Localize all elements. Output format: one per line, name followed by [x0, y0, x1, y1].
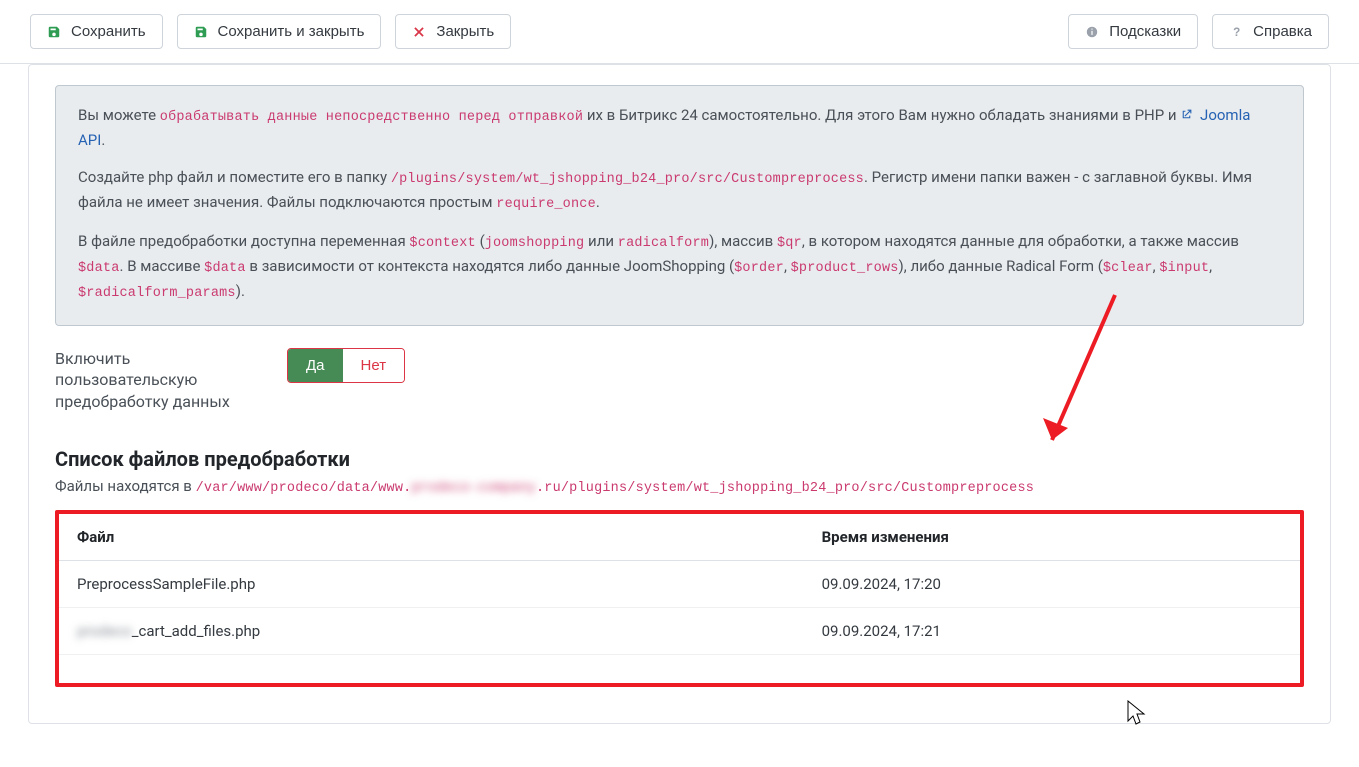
close-label: Закрыть: [436, 23, 494, 40]
hints-label: Подсказки: [1109, 23, 1181, 40]
svg-text:?: ?: [1233, 26, 1240, 39]
link-preprocess-docs[interactable]: обрабатывать данные непосредственно пере…: [160, 106, 583, 124]
cell-filename: prodeco_cart_add_files.php: [59, 607, 804, 654]
var-input: $input: [1159, 261, 1209, 276]
save-close-button[interactable]: Сохранить и закрыть: [177, 14, 382, 49]
toggle-label: Включить пользовательскую предобработку …: [55, 348, 265, 413]
external-link-icon: [1180, 106, 1200, 124]
table-row: prodeco_cart_add_files.php 09.09.2024, 1…: [59, 607, 1300, 654]
info-alert: Вы можете обрабатывать данные непосредст…: [55, 85, 1304, 326]
var-order: $order: [734, 261, 784, 276]
action-toolbar: Сохранить Сохранить и закрыть Закрыть По…: [0, 0, 1359, 64]
code-plugin-path: /plugins/system/wt_jshopping_b24_pro/src…: [391, 172, 864, 187]
col-mtime: Время изменения: [804, 514, 1300, 561]
help-icon: ?: [1229, 25, 1243, 39]
val-radicalform: radicalform: [618, 236, 709, 251]
var-data: $data: [78, 261, 120, 276]
help-label: Справка: [1253, 23, 1312, 40]
alert-text: Вы можете: [78, 106, 160, 124]
cell-mtime: 09.09.2024, 17:21: [804, 607, 1300, 654]
files-path-line: Файлы находятся в /var/www/prodeco/data/…: [55, 477, 1304, 496]
var-data: $data: [204, 261, 246, 276]
var-radicalform-params: $radicalform_params: [78, 286, 236, 301]
var-product-rows: $product_rows: [791, 261, 899, 276]
val-joomshopping: joomshopping: [485, 236, 585, 251]
var-clear: $clear: [1103, 261, 1153, 276]
save-icon: [194, 25, 208, 39]
toggle-custom-preprocess[interactable]: Да Нет: [287, 348, 405, 383]
toggle-no[interactable]: Нет: [343, 349, 405, 382]
info-icon: [1085, 25, 1099, 39]
section-title-files: Список файлов предобработки: [55, 447, 1304, 471]
table-row: PreprocessSampleFile.php 09.09.2024, 17:…: [59, 560, 1300, 607]
cell-mtime: 09.09.2024, 17:20: [804, 560, 1300, 607]
content-card: Вы можете обрабатывать данные непосредст…: [28, 64, 1331, 724]
save-button[interactable]: Сохранить: [30, 14, 163, 49]
col-file: Файл: [59, 514, 804, 561]
code-require-once: require_once: [496, 197, 596, 212]
close-button[interactable]: Закрыть: [395, 14, 511, 49]
save-close-label: Сохранить и закрыть: [218, 23, 365, 40]
hints-button[interactable]: Подсказки: [1068, 14, 1198, 49]
cell-filename: PreprocessSampleFile.php: [59, 560, 804, 607]
help-button[interactable]: ? Справка: [1212, 14, 1329, 49]
var-context: $context: [409, 236, 475, 251]
files-table: Файл Время изменения PreprocessSampleFil…: [59, 514, 1300, 655]
var-qr: $qr: [777, 236, 802, 251]
save-label: Сохранить: [71, 23, 146, 40]
close-icon: [412, 25, 426, 39]
save-icon: [47, 25, 61, 39]
files-table-highlight: Файл Время изменения PreprocessSampleFil…: [55, 510, 1304, 687]
toggle-yes[interactable]: Да: [288, 349, 343, 382]
